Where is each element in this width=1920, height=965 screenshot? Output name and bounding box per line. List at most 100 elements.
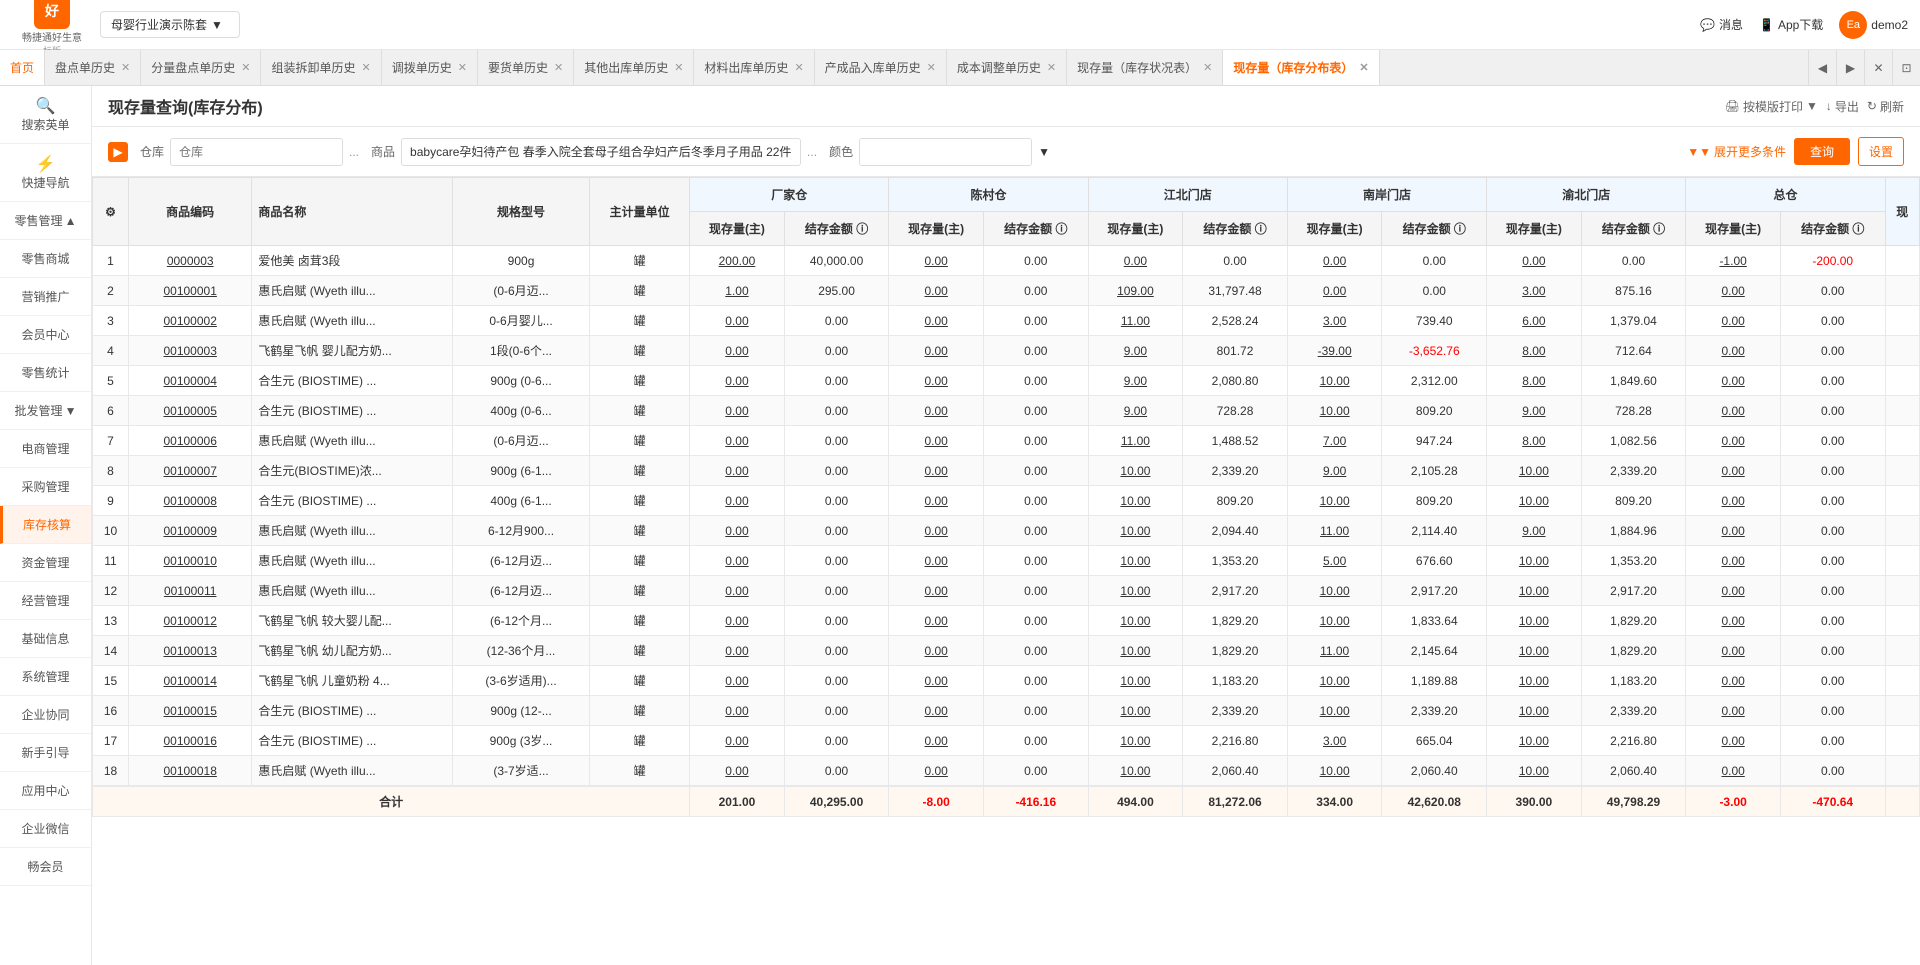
sidebar-item-operations[interactable]: 经营管理 [0, 582, 91, 620]
sidebar-item-quicknav[interactable]: ⚡ 快捷导航 [0, 144, 91, 202]
sidebar-item-members[interactable]: 会员中心 [0, 316, 91, 354]
table-cell: 00100016 [129, 726, 252, 756]
sidebar-item-retailshop[interactable]: 零售商城 [0, 240, 91, 278]
sidebar-item-retail[interactable]: 零售管理 ▲ [0, 202, 91, 240]
tabs-bar: 首页 盘点单历史 ✕ 分量盘点单历史 ✕ 组装拆卸单历史 ✕ 调拨单历史 ✕ 要… [0, 50, 1920, 86]
tab-close-icon[interactable]: ✕ [121, 61, 130, 74]
goods-input[interactable] [401, 138, 801, 166]
sidebar-item-ecommerce[interactable]: 电商管理 [0, 430, 91, 468]
tab-close-icon[interactable]: ✕ [927, 61, 936, 74]
table-cell: 00100015 [129, 696, 252, 726]
table-cell: 0.00 [889, 606, 984, 636]
table-cell: 10.00 [1088, 576, 1183, 606]
tab-home[interactable]: 首页 [0, 50, 45, 86]
col-na-stock-header: 现存量(主) [1287, 212, 1382, 246]
table-cell: 00100005 [129, 396, 252, 426]
filter-expand-btn[interactable]: ▶ [108, 142, 128, 162]
sidebar-item-system[interactable]: 系统管理 [0, 658, 91, 696]
table-cell: 00100010 [129, 546, 252, 576]
tab-close-icon[interactable]: ✕ [674, 61, 683, 74]
table-cell: 0.00 [1686, 516, 1781, 546]
sidebar-item-inventory[interactable]: 库存核算 [0, 506, 91, 544]
tab-expand-btn[interactable]: ⊡ [1892, 50, 1920, 86]
export-icon: ↓ [1826, 99, 1832, 113]
sidebar-item-corpwechat[interactable]: 企业微信 [0, 810, 91, 848]
table-cell: 罐 [590, 696, 690, 726]
table-cell [1885, 396, 1919, 426]
sidebar-item-members2[interactable]: 畅会员 [0, 848, 91, 886]
table-cell: 0.00 [889, 696, 984, 726]
sidebar-item-enterprise[interactable]: 企业协同 [0, 696, 91, 734]
export-btn[interactable]: ↓ 导出 [1826, 98, 1859, 115]
tab-transfer[interactable]: 调拨单历史 ✕ [382, 50, 478, 86]
tab-close-icon[interactable]: ✕ [241, 61, 250, 74]
sidebar-label: 经营管理 [4, 592, 87, 609]
col-code-header: 商品编码 [129, 178, 252, 246]
tab-inventory2[interactable]: 现存量（库存分布表） ✕ [1223, 50, 1379, 86]
query-btn[interactable]: 查询 [1794, 138, 1850, 165]
tab-close-all-btn[interactable]: ✕ [1864, 50, 1892, 86]
app-download-btn[interactable]: 📱 App下载 [1759, 16, 1823, 33]
message-btn[interactable]: 💬 消息 [1700, 16, 1743, 33]
industry-selector[interactable]: 母婴行业演示陈套 ▼ [100, 11, 240, 38]
tab-close-icon[interactable]: ✕ [1359, 61, 1368, 74]
table-cell: 10.00 [1487, 726, 1582, 756]
table-cell: 10.00 [1287, 606, 1382, 636]
color-dropdown-icon[interactable]: ▼ [1038, 145, 1050, 159]
warehouse-dots-icon[interactable]: ... [349, 145, 359, 159]
tab-label: 其他出库单历史 [584, 59, 668, 76]
sidebar-item-newguide[interactable]: 新手引导 [0, 734, 91, 772]
top-bar-right: 💬 消息 📱 App下载 Ea demo2 [1700, 11, 1908, 39]
tab-close-icon[interactable]: ✕ [362, 61, 371, 74]
tab-materout[interactable]: 材料出库单历史 ✕ [694, 50, 814, 86]
print-btn[interactable]: 🖨 按模版打印 ▼ [1725, 98, 1818, 115]
user-btn[interactable]: Ea demo2 [1839, 11, 1908, 39]
refresh-btn[interactable]: ↻ 刷新 [1867, 98, 1904, 115]
expand-more-btn[interactable]: ▼▼ 展开更多条件 [1687, 143, 1786, 160]
table-cell: 10.00 [1088, 756, 1183, 787]
table-cell: 0.00 [784, 456, 889, 486]
table-cell: 0.00 [1686, 426, 1781, 456]
tab-reqorder[interactable]: 要货单历史 ✕ [478, 50, 574, 86]
tab-next-btn[interactable]: ▶ [1836, 50, 1864, 86]
tab-inventory1[interactable]: 现存量（库存状况表） ✕ [1067, 50, 1223, 86]
tab-assembly[interactable]: 组装拆卸单历史 ✕ [261, 50, 381, 86]
tab-costadjust[interactable]: 成本调整单历史 ✕ [947, 50, 1067, 86]
tab-close-icon[interactable]: ✕ [554, 61, 563, 74]
color-filter: 颜色 ▼ [829, 138, 1050, 166]
tab-close-icon[interactable]: ✕ [1203, 61, 1212, 74]
settings-btn[interactable]: 设置 [1858, 137, 1904, 166]
tab-close-icon[interactable]: ✕ [458, 61, 467, 74]
sidebar-item-appcenter[interactable]: 应用中心 [0, 772, 91, 810]
tab-stocklist[interactable]: 盘点单历史 ✕ [45, 50, 141, 86]
table-cell: 0.00 [690, 426, 785, 456]
col-na-warehouse-header: 南岸门店 [1287, 178, 1486, 212]
color-input[interactable] [859, 138, 1032, 166]
table-cell: 0.00 [784, 636, 889, 666]
table-cell: 0.00 [983, 246, 1088, 276]
warehouse-input[interactable] [170, 138, 343, 166]
table-cell: 10.00 [1487, 666, 1582, 696]
sidebar-item-basicinfo[interactable]: 基础信息 [0, 620, 91, 658]
table-cell: 10.00 [1487, 486, 1582, 516]
table-row: 300100002惠氏启赋 (Wyeth illu...0-6月婴儿...罐0.… [93, 306, 1920, 336]
sidebar-item-marketing[interactable]: 营销推广 [0, 278, 91, 316]
table-cell: 0.00 [690, 486, 785, 516]
table-cell [1885, 486, 1919, 516]
tab-branchstock[interactable]: 分量盘点单历史 ✕ [141, 50, 261, 86]
tab-prev-btn[interactable]: ◀ [1808, 50, 1836, 86]
tab-close-icon[interactable]: ✕ [794, 61, 803, 74]
tab-prodin[interactable]: 产成品入库单历史 ✕ [815, 50, 947, 86]
sidebar-item-retailstats[interactable]: 零售统计 [0, 354, 91, 392]
tab-otherout[interactable]: 其他出库单历史 ✕ [574, 50, 694, 86]
sidebar-item-finance[interactable]: 资金管理 [0, 544, 91, 582]
sidebar-item-wholesale[interactable]: 批发管理 ▼ [0, 392, 91, 430]
message-label: 消息 [1719, 16, 1743, 33]
tab-close-icon[interactable]: ✕ [1047, 61, 1056, 74]
table-cell: 0.00 [1780, 426, 1885, 456]
goods-dots-icon[interactable]: ... [807, 145, 817, 159]
sidebar-item-search[interactable]: 🔍 搜索英单 [0, 86, 91, 144]
sidebar-item-purchase[interactable]: 采购管理 [0, 468, 91, 506]
logo-text: 畅捷通好生意 [22, 29, 82, 44]
table-cell: 惠氏启赋 (Wyeth illu... [252, 276, 453, 306]
